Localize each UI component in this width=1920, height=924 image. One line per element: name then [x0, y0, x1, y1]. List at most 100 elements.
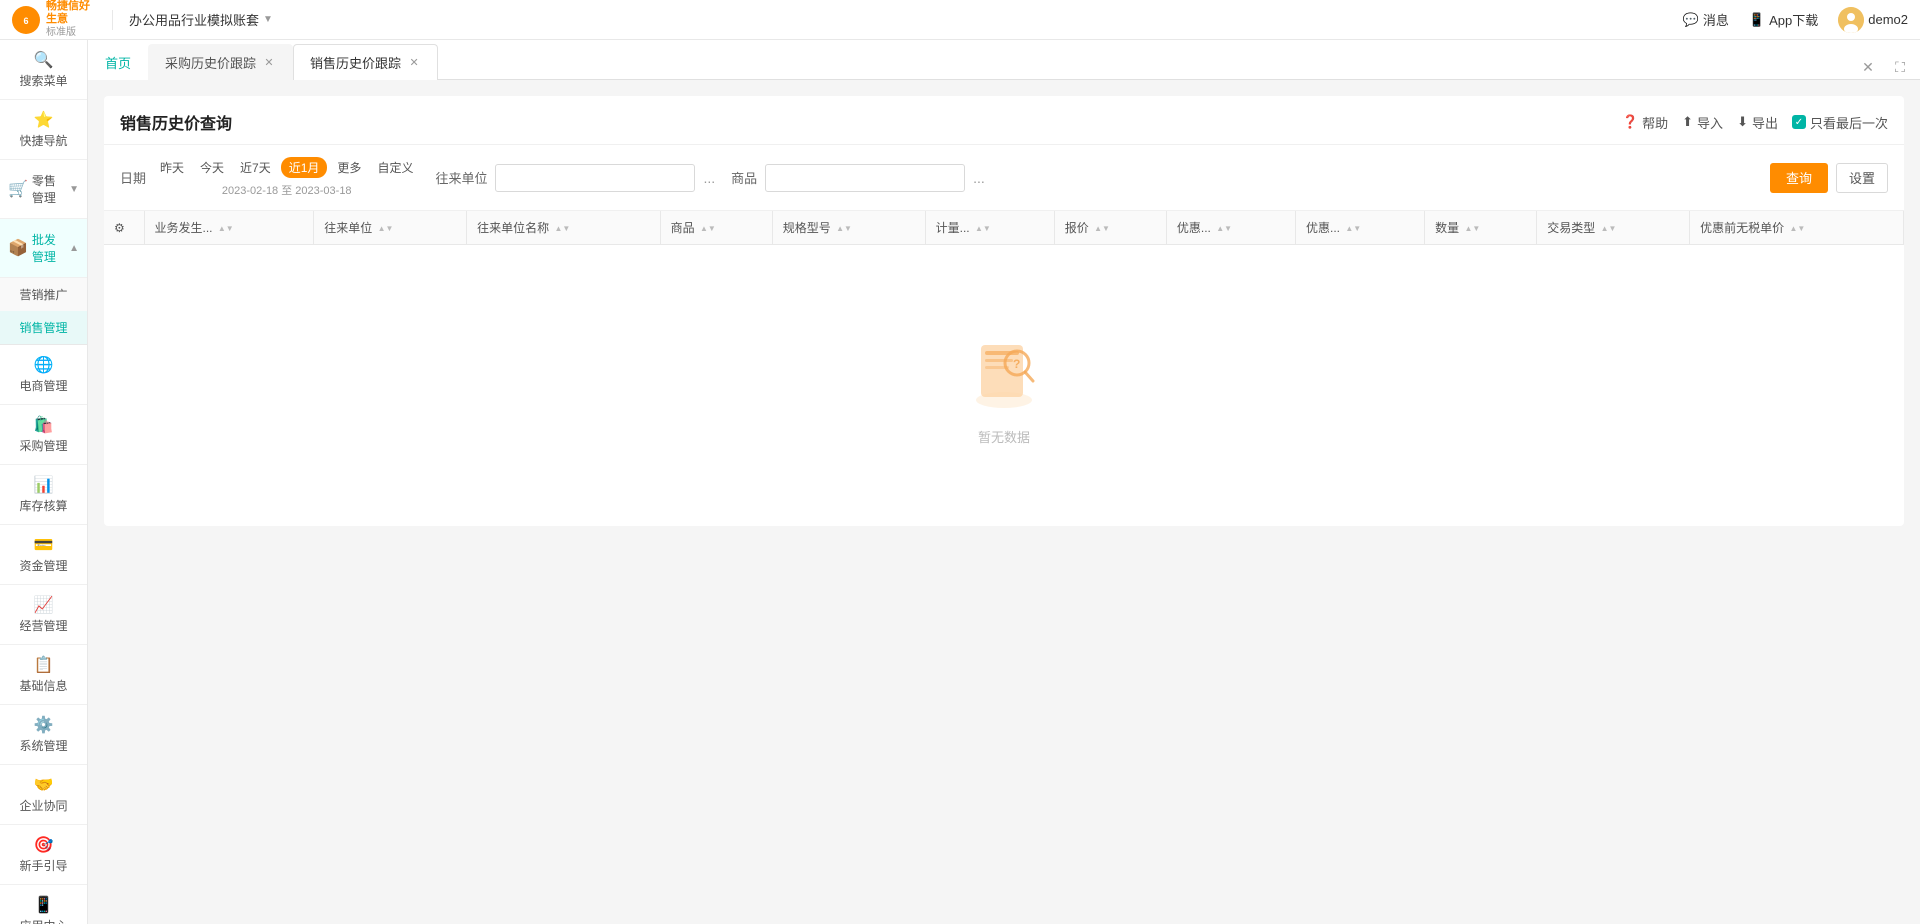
chevron-down-icon: ▼ — [263, 14, 273, 25]
sidebar-item-guide[interactable]: 🎯 新手引导 — [0, 825, 87, 885]
close-tab-btn[interactable]: ✕ — [1856, 55, 1880, 79]
th-spec[interactable]: 规格型号 ▲▼ — [772, 211, 925, 245]
sidebar-item-basic[interactable]: 📋 基础信息 — [0, 645, 87, 705]
wholesale-submenu: 营销推广 销售管理 — [0, 278, 87, 345]
date-btn-yesterday[interactable]: 昨天 — [154, 157, 190, 178]
partner-lookup-dots[interactable]: ... — [703, 170, 715, 186]
handshake-icon: 🤝 — [34, 775, 54, 795]
sidebar-item-finance[interactable]: 💳 资金管理 — [0, 525, 87, 585]
star-icon: ⭐ — [34, 110, 54, 130]
product-lookup-dots[interactable]: ... — [973, 170, 985, 186]
th-settings[interactable]: ⚙ — [104, 211, 144, 245]
sidebar-item-label: 企业协同 — [19, 797, 67, 814]
sidebar-item-label: 基础信息 — [19, 677, 67, 694]
sidebar-item-sales[interactable]: 销售管理 — [0, 311, 87, 344]
message-button[interactable]: 💬 消息 — [1683, 10, 1729, 29]
user-profile[interactable]: demo2 — [1838, 7, 1908, 33]
sidebar: 🔍 搜索菜单 ⭐ 快捷导航 🛒 零售管理 ▼ 📦 批发管理 ▲ 营销推广 销售管… — [0, 40, 88, 924]
main-layout: 🔍 搜索菜单 ⭐ 快捷导航 🛒 零售管理 ▼ 📦 批发管理 ▲ 营销推广 销售管… — [0, 40, 1920, 924]
th-discount1[interactable]: 优惠... ▲▼ — [1166, 211, 1295, 245]
tab-close-sales[interactable]: ✕ — [407, 56, 421, 70]
page-title-bar: 销售历史价查询 ❓ 帮助 ⬆ 导入 ⬇ 导出 — [104, 96, 1904, 145]
sidebar-item-marketing[interactable]: 营销推广 — [0, 278, 87, 311]
only-last-checkbox[interactable]: ✓ 只看最后一次 — [1792, 113, 1888, 132]
app-download-button[interactable]: 📱 App下载 — [1749, 10, 1818, 29]
th-trade-type[interactable]: 交易类型 ▲▼ — [1537, 211, 1690, 245]
sidebar-item-label: 零售管理 — [32, 172, 65, 206]
info-icon: 📋 — [34, 655, 54, 675]
sidebar-item-label: 采购管理 — [19, 437, 67, 454]
chevron-down-icon: ▼ — [69, 184, 79, 195]
tab-sales-history[interactable]: 销售历史价跟踪 ✕ — [293, 44, 438, 80]
sort-arrows-discount1: ▲▼ — [1216, 224, 1232, 233]
target-icon: 🎯 — [34, 835, 54, 855]
import-button[interactable]: ⬆ 导入 — [1682, 113, 1723, 132]
export-button[interactable]: ⬇ 导出 — [1737, 113, 1778, 132]
sort-arrows-unit: ▲▼ — [975, 224, 991, 233]
sidebar-item-label: 经营管理 — [19, 617, 67, 634]
sort-arrows-spec: ▲▼ — [836, 224, 852, 233]
sidebar-item-enterprise[interactable]: 🤝 企业协同 — [0, 765, 87, 825]
settings-icon: ⚙️ — [34, 715, 54, 735]
chevron-up-icon: ▲ — [69, 243, 79, 254]
product-input[interactable] — [765, 164, 965, 192]
product-label: 商品 — [731, 168, 757, 187]
date-label: 日期 — [120, 168, 146, 187]
query-button[interactable]: 查询 — [1770, 163, 1828, 193]
sidebar-item-inventory[interactable]: 📊 库存核算 — [0, 465, 87, 525]
sort-arrows-quantity: ▲▼ — [1464, 224, 1480, 233]
date-btn-today[interactable]: 今天 — [194, 157, 230, 178]
sort-arrows-trade-type: ▲▼ — [1601, 224, 1617, 233]
content-area: 首页 采购历史价跟踪 ✕ 销售历史价跟踪 ✕ ✕ ⛶ 销售历史价查询 — [88, 40, 1920, 924]
th-unit[interactable]: 计量... ▲▼ — [925, 211, 1054, 245]
sidebar-item-operations[interactable]: 📈 经营管理 — [0, 585, 87, 645]
checkbox-icon: ✓ — [1792, 115, 1806, 129]
help-icon: ❓ — [1622, 114, 1638, 130]
date-btn-custom[interactable]: 自定义 — [371, 157, 419, 178]
globe-icon: 🌐 — [34, 355, 54, 375]
sidebar-item-apps[interactable]: 📱 应用中心 — [0, 885, 87, 924]
help-button[interactable]: ❓ 帮助 — [1622, 113, 1668, 132]
filter-actions: 查询 设置 — [1770, 163, 1888, 193]
trend-icon: 📈 — [34, 595, 54, 615]
sidebar-item-ecommerce[interactable]: 🌐 电商管理 — [0, 345, 87, 405]
sidebar-item-shortcuts[interactable]: ⭐ 快捷导航 — [0, 100, 87, 160]
sidebar-item-label: 系统管理 — [19, 737, 67, 754]
search-icon: 🔍 — [34, 50, 54, 70]
sidebar-item-label: 库存核算 — [19, 497, 67, 514]
sidebar-item-retail[interactable]: 🛒 零售管理 ▼ — [0, 160, 87, 219]
sidebar-item-search-menu[interactable]: 🔍 搜索菜单 — [0, 40, 87, 100]
th-biz-date[interactable]: 业务发生... ▲▼ — [144, 211, 314, 245]
th-quantity[interactable]: 数量 ▲▼ — [1425, 211, 1537, 245]
logo-icon: 6 — [12, 6, 40, 34]
maximize-btn[interactable]: ⛶ — [1888, 55, 1912, 79]
sidebar-item-label: 资金管理 — [19, 557, 67, 574]
settings-button[interactable]: 设置 — [1836, 163, 1888, 193]
date-btn-more[interactable]: 更多 — [331, 157, 367, 178]
th-partner-code[interactable]: 往来单位 ▲▼ — [314, 211, 467, 245]
sidebar-item-purchase[interactable]: 🛍️ 采购管理 — [0, 405, 87, 465]
sort-arrows-product: ▲▼ — [700, 224, 716, 233]
date-btn-1month[interactable]: 近1月 — [281, 157, 328, 178]
header-right: 💬 消息 📱 App下载 demo2 — [1683, 7, 1908, 33]
empty-illustration: ? — [959, 325, 1049, 415]
th-price[interactable]: 报价 ▲▼ — [1054, 211, 1166, 245]
date-shortcut-row: 昨天 今天 近7天 近1月 更多 自定义 — [154, 157, 419, 178]
th-tax-price[interactable]: 优惠前无税单价 ▲▼ — [1690, 211, 1904, 245]
sidebar-item-wholesale[interactable]: 📦 批发管理 ▲ — [0, 219, 87, 278]
template-selector[interactable]: 办公用品行业模拟账套 ▼ — [129, 10, 273, 29]
tab-home[interactable]: 首页 — [88, 44, 148, 80]
tab-close-purchase[interactable]: ✕ — [262, 56, 276, 70]
th-discount2[interactable]: 优惠... ▲▼ — [1296, 211, 1425, 245]
tab-purchase-history[interactable]: 采购历史价跟踪 ✕ — [148, 44, 293, 80]
sidebar-item-label: 电商管理 — [19, 377, 67, 394]
page-panel: 销售历史价查询 ❓ 帮助 ⬆ 导入 ⬇ 导出 — [104, 96, 1904, 526]
empty-text: 暂无数据 — [978, 427, 1030, 446]
partner-input[interactable] — [495, 164, 695, 192]
header-divider — [112, 10, 113, 30]
sidebar-item-system[interactable]: ⚙️ 系统管理 — [0, 705, 87, 765]
th-product[interactable]: 商品 ▲▼ — [660, 211, 772, 245]
sidebar-item-label: 应用中心 — [19, 917, 67, 924]
date-btn-7days[interactable]: 近7天 — [234, 157, 277, 178]
th-partner-name[interactable]: 往来单位名称 ▲▼ — [467, 211, 661, 245]
